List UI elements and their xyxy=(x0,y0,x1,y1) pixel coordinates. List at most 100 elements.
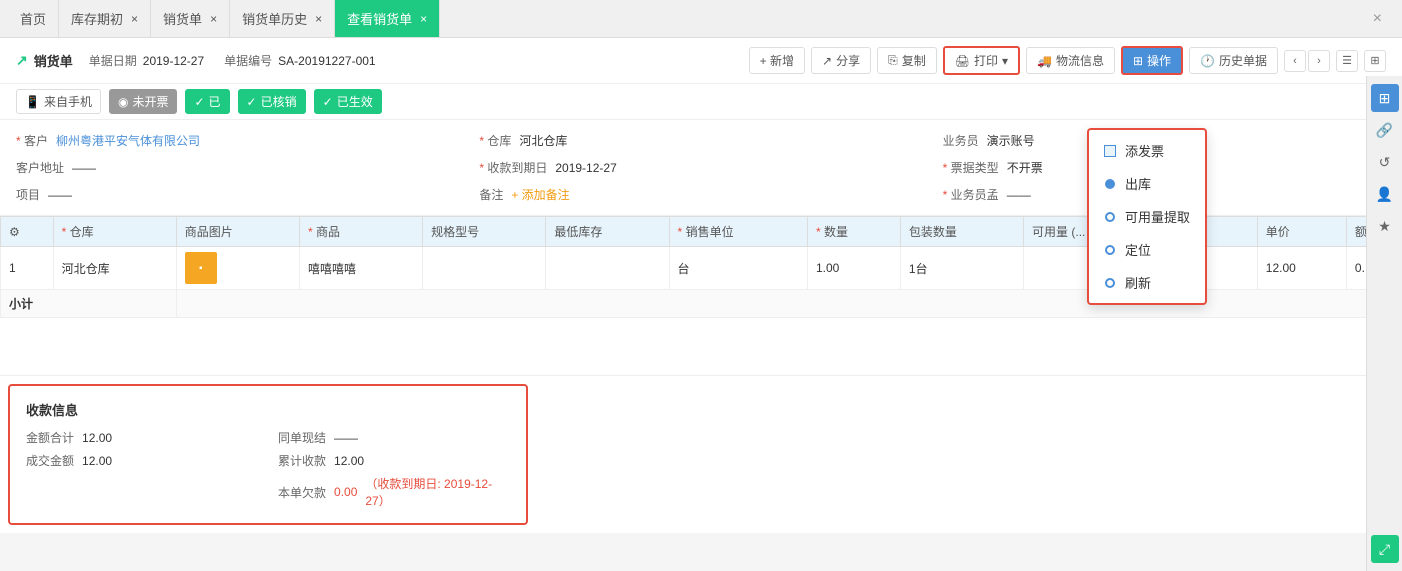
col-min-stock: 最低库存 xyxy=(546,217,669,247)
add-invoice-icon xyxy=(1103,144,1117,158)
share-icon: ↗ xyxy=(822,54,832,68)
subtotal-values xyxy=(176,290,1401,318)
doc-number-value: SA-20191227-001 xyxy=(278,54,375,68)
dropdown-outbound[interactable]: 出库 xyxy=(1089,167,1205,200)
tab-history-close[interactable]: × xyxy=(315,12,322,26)
note-row: 备注 + 添加备注 xyxy=(479,186,922,203)
warehouse-label: 仓库 xyxy=(479,132,511,149)
cumulative-row: 累计收款 12.00 xyxy=(278,452,510,469)
print-button[interactable]: 🖨 打印 ▾ xyxy=(943,46,1020,75)
from-phone-button[interactable]: 📱 来自手机 xyxy=(16,89,101,114)
address-row: 客户地址 —— xyxy=(16,159,459,176)
subtotal-label: 小计 xyxy=(1,290,177,318)
view-toggle-list[interactable]: ☰ xyxy=(1336,50,1358,72)
cancel-button[interactable]: ✓ 已核销 xyxy=(238,89,306,114)
tab-view-close[interactable]: × xyxy=(420,12,427,26)
cell-unit-price: 12.00 xyxy=(1257,247,1346,290)
outbound-icon xyxy=(1103,177,1117,191)
locate-icon xyxy=(1103,243,1117,257)
cumulative-value: 12.00 xyxy=(334,454,364,468)
sidebar-star-icon[interactable]: ★ xyxy=(1371,212,1399,240)
cell-unit: 台 xyxy=(669,247,807,290)
payment-info: 收款信息 金额合计 12.00 同单现结 —— 成交金额 12.00 累计收款 … xyxy=(8,384,528,525)
col-image: 商品图片 xyxy=(176,217,299,247)
copy-icon: ⎘ xyxy=(888,53,898,68)
col-warehouse: 仓库 xyxy=(53,217,176,247)
project-row: 项目 —— xyxy=(16,186,459,203)
tab-view[interactable]: 查看销货单 × xyxy=(335,0,440,37)
doc-type-icon: ↗ xyxy=(16,52,28,69)
tab-history[interactable]: 销货单历史 × xyxy=(230,0,335,37)
tab-bar: 首页 库存期初 × 销货单 × 销货单历史 × 查看销货单 × × xyxy=(0,0,1402,38)
window-close-button[interactable]: × xyxy=(1361,10,1394,28)
doc-number-item: 单据编号 SA-20191227-001 xyxy=(224,52,375,69)
settings-icon: ⚙ xyxy=(9,225,20,239)
dropdown-refresh[interactable]: 刷新 xyxy=(1089,266,1205,299)
doc-date-item: 单据日期 2019-12-27 xyxy=(89,52,204,69)
customer-value[interactable]: 柳州粤港平安气体有限公司 xyxy=(56,132,200,149)
col-unit: 销售单位 xyxy=(669,217,807,247)
cell-num: 1 xyxy=(1,247,54,290)
address-label: 客户地址 xyxy=(16,159,64,176)
bottom-area: 收款信息 金额合计 12.00 同单现结 —— 成交金额 12.00 累计收款 … xyxy=(0,375,1402,533)
doc-date-value: 2019-12-27 xyxy=(143,54,204,68)
ticket-value: 不开票 xyxy=(1007,159,1043,176)
cell-warehouse: 河北仓库 xyxy=(53,247,176,290)
doc-title: ↗ 销货单 xyxy=(16,51,73,70)
dropdown-add-invoice[interactable]: 添发票 xyxy=(1089,134,1205,167)
history-button[interactable]: 🕐 历史单据 xyxy=(1189,47,1278,74)
nav-arrows: ‹ › xyxy=(1284,50,1330,72)
project-label: 项目 xyxy=(16,186,40,203)
operation-button[interactable]: ⊞ 操作 xyxy=(1121,46,1183,75)
payment-date-row: 收款到期日 2019-12-27 xyxy=(479,159,922,176)
tab-inventory-close[interactable]: × xyxy=(131,12,138,26)
salesperson-value: —— xyxy=(1007,188,1031,202)
phone-icon: 📱 xyxy=(25,95,40,109)
payment-date-value: 2019-12-27 xyxy=(555,161,616,175)
doc-number-label: 单据编号 xyxy=(224,52,272,69)
sidebar-refresh-icon[interactable]: ↺ xyxy=(1371,148,1399,176)
prev-arrow[interactable]: ‹ xyxy=(1284,50,1306,72)
payment-date-label: 收款到期日 xyxy=(479,159,547,176)
new-button[interactable]: + 新增 xyxy=(749,47,805,74)
sidebar-user-icon[interactable]: 👤 xyxy=(1371,180,1399,208)
dropdown-locate[interactable]: 定位 xyxy=(1089,233,1205,266)
total-row: 金额合计 12.00 xyxy=(26,429,258,446)
tab-sale[interactable]: 销货单 × xyxy=(151,0,230,37)
copy-button[interactable]: ⎘ 复制 xyxy=(877,47,937,74)
cell-spec xyxy=(423,247,546,290)
col-spec: 规格型号 xyxy=(423,217,546,247)
doc-header: ↗ 销货单 单据日期 2019-12-27 单据编号 SA-20191227-0… xyxy=(0,38,1402,84)
balance-row: 本单欠款 0.00 （收款到期日: 2019-12-27） xyxy=(278,475,510,509)
right-sidebar: ⊞ 🔗 ↺ 👤 ★ ⤢ xyxy=(1366,76,1402,571)
dropdown-available-qty[interactable]: 可用量提取 xyxy=(1089,200,1205,233)
due-date-text: （收款到期日: 2019-12-27） xyxy=(365,475,510,509)
same-order-label: 同单现结 xyxy=(278,429,326,446)
col-settings[interactable]: ⚙ xyxy=(1,217,54,247)
sidebar-link-icon[interactable]: 🔗 xyxy=(1371,116,1399,144)
project-value: —— xyxy=(48,188,72,202)
effect-button[interactable]: ✓ 已生效 xyxy=(314,89,382,114)
refresh-icon xyxy=(1103,276,1117,290)
print-dropdown-icon: ▾ xyxy=(1002,54,1008,68)
logistics-button[interactable]: 🚚 物流信息 xyxy=(1026,47,1115,74)
tab-home[interactable]: 首页 xyxy=(8,0,59,37)
sidebar-grid-icon[interactable]: ⊞ xyxy=(1371,84,1399,112)
share-button[interactable]: ↗ 分享 xyxy=(811,47,871,74)
main-content: ↗ 销货单 单据日期 2019-12-27 单据编号 SA-20191227-0… xyxy=(0,38,1402,533)
not-open-button[interactable]: ◉ 未开票 xyxy=(109,89,178,114)
col-unit-price: 单价 xyxy=(1257,217,1346,247)
view-toggle-grid[interactable]: ⊞ xyxy=(1364,50,1386,72)
sidebar-expand-icon[interactable]: ⤢ xyxy=(1371,535,1399,563)
staff-label: 业务员 xyxy=(943,132,979,149)
col-product: 商品 xyxy=(299,217,422,247)
verify-button[interactable]: ✓ 已 xyxy=(185,89,229,114)
tab-inventory[interactable]: 库存期初 × xyxy=(59,0,151,37)
customer-row: 客户 柳州粤港平安气体有限公司 xyxy=(16,132,459,149)
same-order-value: —— xyxy=(334,431,358,445)
tab-sale-close[interactable]: × xyxy=(210,12,217,26)
next-arrow[interactable]: › xyxy=(1308,50,1330,72)
deal-row: 成交金额 12.00 xyxy=(26,452,258,469)
add-note-button[interactable]: + 添加备注 xyxy=(511,186,569,203)
cell-pack-qty: 1台 xyxy=(900,247,1023,290)
